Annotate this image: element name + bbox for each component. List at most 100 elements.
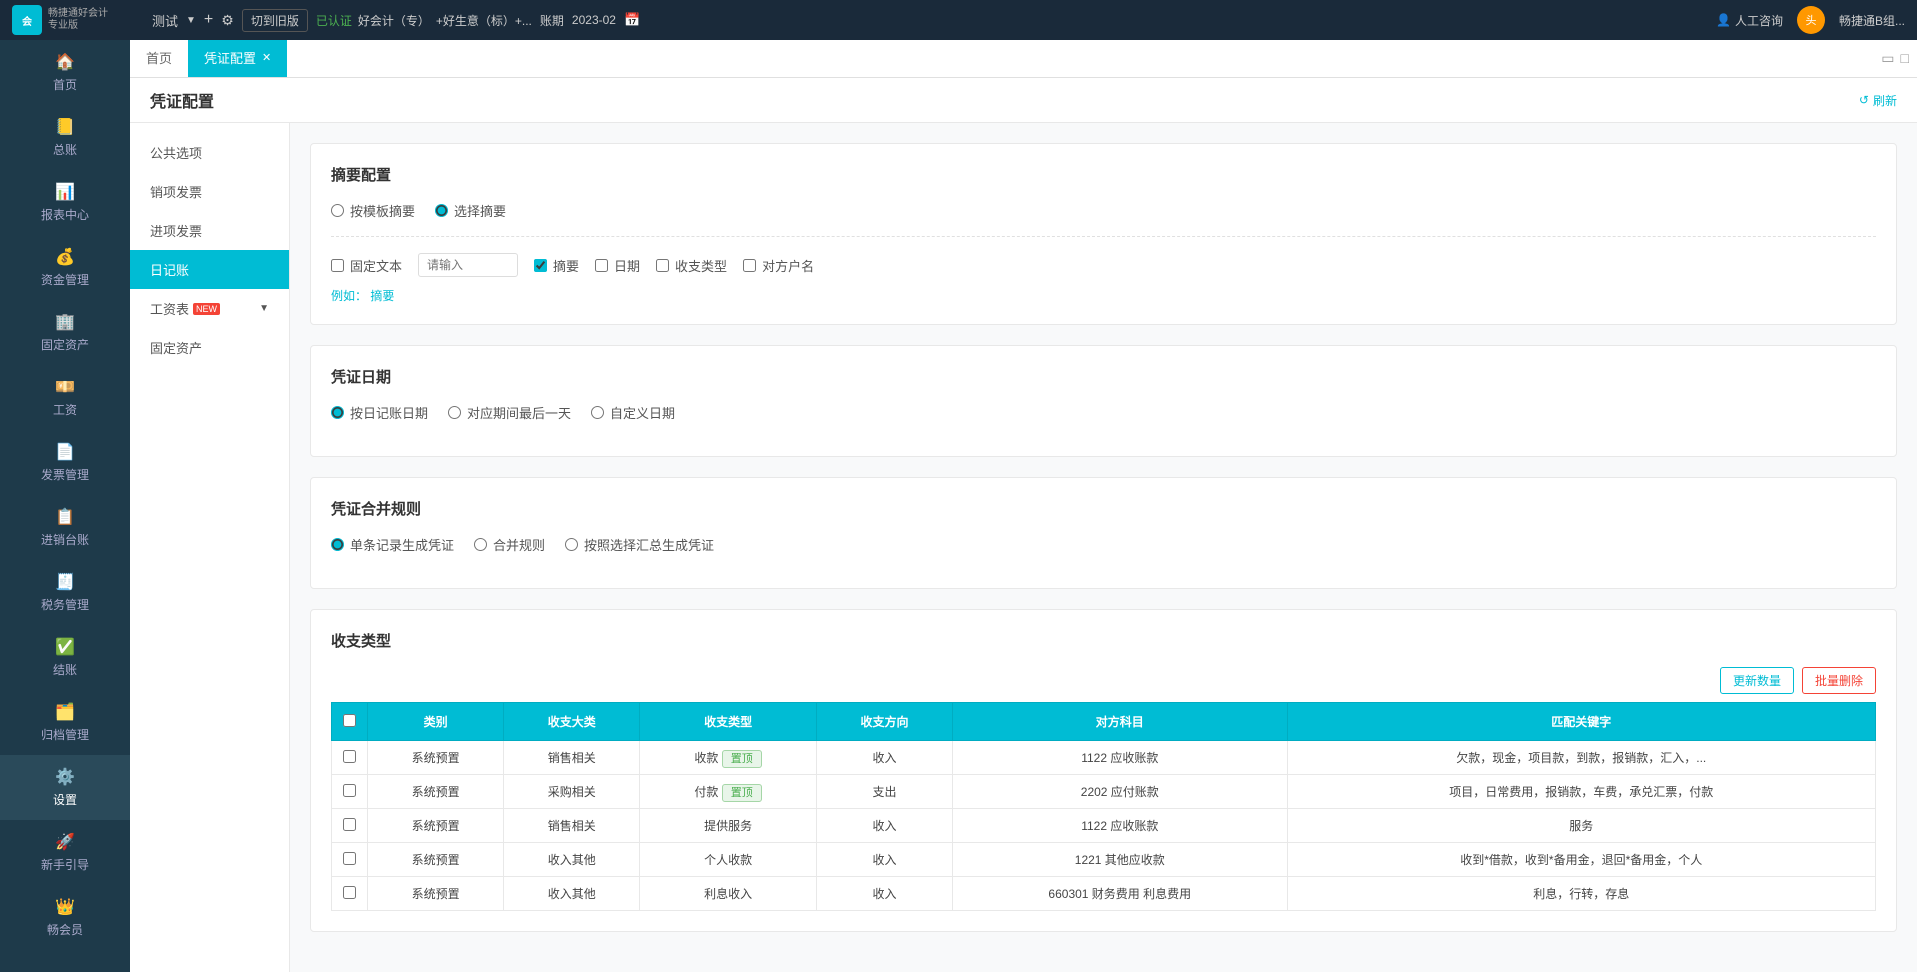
checkbox-row: 固定文本 摘要 日期 收支类型	[331, 253, 1876, 277]
merge-section: 凭证合并规则 单条记录生成凭证 合并规则 按照选择汇总生成凭证	[310, 477, 1897, 589]
row2-keywords: 项目，日常费用，报销款，车费，承兑汇票，付款	[1287, 775, 1875, 809]
radio-template[interactable]: 按模板摘要	[331, 201, 415, 220]
ledger-icon: 📒	[55, 117, 75, 137]
divider1	[331, 236, 1876, 237]
home-icon: 🏠	[55, 52, 75, 72]
main-layout: 🏠 首页 📒 总账 📊 报表中心 💰 资金管理 🏢 固定资产 💴 工资 📄 发票…	[0, 40, 1917, 972]
sidebar-item-reports[interactable]: 📊 报表中心	[0, 170, 130, 235]
tab-bar-actions: ▭ □	[1881, 50, 1909, 67]
logo-text: 畅捷通好会计 专业版	[48, 8, 108, 32]
logo-icon: 会	[12, 5, 42, 35]
period-label: 账期	[540, 12, 564, 29]
left-nav-purchase-invoice[interactable]: 进项发票	[130, 211, 289, 250]
funds-icon: 💰	[55, 247, 75, 267]
sidebar-item-guide[interactable]: 🚀 新手引导	[0, 820, 130, 885]
radio-summary-generate[interactable]: 按照选择汇总生成凭证	[565, 535, 714, 554]
checkbox-summary[interactable]: 摘要	[534, 256, 579, 275]
checkbox-fixed-text[interactable]: 固定文本	[331, 256, 402, 275]
radio-custom-date[interactable]: 自定义日期	[591, 403, 675, 422]
checkbox-counterpart-name[interactable]: 对方户名	[743, 256, 814, 275]
row1-big-type: 销售相关	[504, 741, 640, 775]
left-nav-public[interactable]: 公共选项	[130, 133, 289, 172]
batch-delete-button[interactable]: 批量删除	[1802, 667, 1876, 694]
left-nav-payroll[interactable]: 工资表 NEW ▼	[130, 289, 289, 328]
radio-period-last-day[interactable]: 对应期间最后一天	[448, 403, 571, 422]
row4-check	[332, 843, 368, 877]
tab-home[interactable]: 首页	[130, 40, 188, 77]
table-wrapper: 类别 收支大类 收支类型 收支方向 对方科目 匹配关键字	[331, 702, 1876, 911]
good-account-tag: 好会计（专）	[358, 12, 430, 29]
left-nav-fixed-assets[interactable]: 固定资产	[130, 328, 289, 367]
left-nav-sale-invoice[interactable]: 销项发票	[130, 172, 289, 211]
settings-icon: ⚙️	[55, 767, 75, 787]
sidebar-item-ledger[interactable]: 📒 总账	[0, 105, 130, 170]
radio-single-record[interactable]: 单条记录生成凭证	[331, 535, 454, 554]
sidebar-item-funds[interactable]: 💰 资金管理	[0, 235, 130, 300]
new-badge: NEW	[193, 303, 220, 315]
sidebar-item-assets[interactable]: 🏢 固定资产	[0, 300, 130, 365]
checkbox-date[interactable]: 日期	[595, 256, 640, 275]
calendar-icon[interactable]: 📅	[624, 12, 640, 28]
page-body: 公共选项 销项发票 进项发票 日记账 工资表 NEW ▼ 固定资产	[130, 123, 1917, 972]
avatar: 头	[1797, 6, 1825, 34]
archive-icon: 🗂️	[55, 702, 75, 722]
date-title: 凭证日期	[331, 366, 1876, 387]
sidebar-item-member[interactable]: 👑 畅会员	[0, 885, 130, 950]
sidebar-item-salary[interactable]: 💴 工资	[0, 365, 130, 430]
row3-direction: 收入	[816, 809, 952, 843]
maximize-icon[interactable]: □	[1901, 50, 1909, 67]
row2-subject: 2202 应付账款	[953, 775, 1287, 809]
plus-icon[interactable]: +	[204, 11, 213, 29]
minimize-icon[interactable]: ▭	[1881, 50, 1894, 67]
merge-title: 凭证合并规则	[331, 498, 1876, 519]
row2-tag[interactable]: 置顶	[722, 784, 762, 802]
th-subject: 对方科目	[953, 703, 1287, 741]
sidebar-item-purchase[interactable]: 📋 进销台账	[0, 495, 130, 560]
test-label: 测试	[152, 11, 178, 30]
row3-subject: 1122 应收账款	[953, 809, 1287, 843]
sidebar-item-home[interactable]: 🏠 首页	[0, 40, 130, 105]
row3-category: 系统预置	[368, 809, 504, 843]
date-section: 凭证日期 按日记账日期 对应期间最后一天 自定义日期	[310, 345, 1897, 457]
sidebar-item-archive[interactable]: 🗂️ 归档管理	[0, 690, 130, 755]
tab-close-icon[interactable]: ✕	[262, 51, 271, 64]
sidebar: 🏠 首页 📒 总账 📊 报表中心 💰 资金管理 🏢 固定资产 💴 工资 📄 发票…	[0, 40, 130, 972]
consult-button[interactable]: 👤 人工咨询	[1716, 12, 1783, 29]
income-expense-section: 收支类型 更新数量 批量删除 类别	[310, 609, 1897, 932]
chevron-down-icon[interactable]: ▼	[186, 15, 196, 26]
gear-icon[interactable]: ⚙	[221, 12, 234, 29]
radio-merge-rules[interactable]: 合并规则	[474, 535, 545, 554]
tab-voucher-config[interactable]: 凭证配置 ✕	[188, 40, 287, 77]
member-icon: 👑	[55, 897, 75, 917]
select-all-checkbox[interactable]	[343, 714, 356, 727]
refresh-button[interactable]: ↺ 刷新	[1859, 92, 1897, 109]
row1-tag[interactable]: 置顶	[722, 750, 762, 768]
row1-keywords: 欠款，现金，项目款，到款，报销款，汇入，...	[1287, 741, 1875, 775]
checkbox-income-type[interactable]: 收支类型	[656, 256, 727, 275]
row2-category: 系统预置	[368, 775, 504, 809]
row5-big-type: 收入其他	[504, 877, 640, 911]
left-nav-journal[interactable]: 日记账	[130, 250, 289, 289]
row5-keywords: 利息，行转，存息	[1287, 877, 1875, 911]
radio-journal-date[interactable]: 按日记账日期	[331, 403, 428, 422]
sidebar-item-invoice[interactable]: 📄 发票管理	[0, 430, 130, 495]
right-content: 摘要配置 按模板摘要 选择摘要	[290, 123, 1917, 972]
page-header: 凭证配置 ↺ 刷新	[130, 78, 1917, 123]
row4-keywords: 收到*借款，收到*备用金，退回*备用金，个人	[1287, 843, 1875, 877]
th-category: 类别	[368, 703, 504, 741]
example-text: 例如： 摘要	[331, 287, 1876, 304]
radio-select[interactable]: 选择摘要	[435, 201, 506, 220]
row2-big-type: 采购相关	[504, 775, 640, 809]
sidebar-item-settings[interactable]: ⚙️ 设置	[0, 755, 130, 820]
table-actions: 更新数量 批量删除	[331, 667, 1876, 694]
sidebar-item-tax[interactable]: 🧾 税务管理	[0, 560, 130, 625]
row5-subject: 660301 财务费用 利息费用	[953, 877, 1287, 911]
switch-version-button[interactable]: 切到旧版	[242, 9, 308, 32]
row2-check	[332, 775, 368, 809]
invoice-icon: 📄	[55, 442, 75, 462]
guide-icon: 🚀	[55, 832, 75, 852]
fixed-text-input[interactable]	[418, 253, 518, 277]
summary-radio-group: 按模板摘要 选择摘要	[331, 201, 1876, 220]
update-button[interactable]: 更新数量	[1720, 667, 1794, 694]
sidebar-item-checkout[interactable]: ✅ 结账	[0, 625, 130, 690]
